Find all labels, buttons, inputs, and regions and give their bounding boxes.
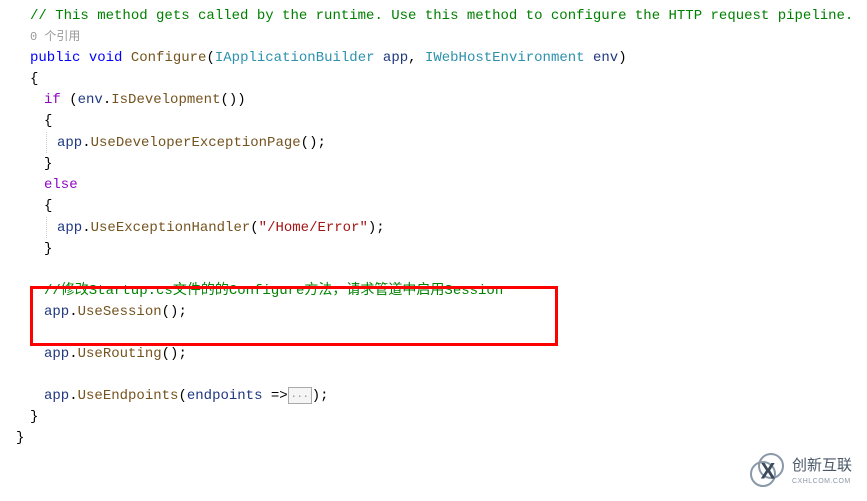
method-name: UseRouting xyxy=(78,346,162,362)
keyword: else xyxy=(44,177,78,193)
method-name: IsDevelopment xyxy=(111,92,220,108)
brace: } xyxy=(44,241,52,257)
blank-line xyxy=(16,323,867,344)
blank-line xyxy=(16,365,867,386)
code-line: app.UseSession(); xyxy=(16,302,867,323)
blank-line xyxy=(16,260,867,281)
code-line: { xyxy=(16,111,867,132)
paren: ) xyxy=(618,50,626,66)
code-line: app.UseDeveloperExceptionPage(); xyxy=(16,132,867,154)
keyword: public xyxy=(30,50,80,66)
comment-text: // This method gets called by the runtim… xyxy=(30,8,853,24)
code-fold-icon[interactable]: ... xyxy=(288,387,312,404)
code-line: } xyxy=(16,154,867,175)
indent-guide xyxy=(46,217,47,238)
code-line: // This method gets called by the runtim… xyxy=(16,6,867,27)
lambda-arrow: => xyxy=(262,388,287,404)
code-line: else xyxy=(16,175,867,196)
identifier: app xyxy=(44,388,69,404)
code-line: { xyxy=(16,69,867,90)
identifier: app xyxy=(57,220,82,236)
brace: { xyxy=(44,198,52,214)
code-line: //修改Startup.cs文件的的Configure方法，请求管道中启用Ses… xyxy=(16,281,867,302)
code-line: public void Configure(IApplicationBuilde… xyxy=(16,48,867,69)
codelens-text[interactable]: 0 个引用 xyxy=(30,30,80,44)
brace: { xyxy=(44,113,52,129)
identifier: app xyxy=(375,50,409,66)
code-line: } xyxy=(16,407,867,428)
code-line: app.UseRouting(); xyxy=(16,344,867,365)
identifier: app xyxy=(44,346,69,362)
brace: } xyxy=(44,156,52,172)
method-name: UseExceptionHandler xyxy=(91,220,251,236)
identifier: env xyxy=(585,50,619,66)
code-line: } xyxy=(16,239,867,260)
brace: { xyxy=(30,71,38,87)
indent-guide xyxy=(46,132,47,153)
watermark-text: 创新互联 xyxy=(792,455,852,478)
code-line: app.UseEndpoints(endpoints =>...); xyxy=(16,386,867,407)
code-editor[interactable]: // This method gets called by the runtim… xyxy=(0,6,867,449)
code-line: { xyxy=(16,196,867,217)
brace: } xyxy=(16,430,24,446)
watermark: X 创新互联 CXHLCOM.COM xyxy=(750,453,852,489)
code-line: if (env.IsDevelopment()) xyxy=(16,90,867,111)
keyword: if xyxy=(44,92,61,108)
method-name: UseEndpoints xyxy=(78,388,179,404)
code-line: } xyxy=(16,428,867,449)
paren: ( xyxy=(206,50,214,66)
brace: } xyxy=(30,409,38,425)
string-literal: "/Home/Error" xyxy=(259,220,368,236)
identifier: env xyxy=(78,92,103,108)
watermark-subtext: CXHLCOM.COM xyxy=(792,477,852,488)
watermark-logo-icon: X xyxy=(750,453,786,489)
method-name: Configure xyxy=(131,50,207,66)
method-name: UseDeveloperExceptionPage xyxy=(91,135,301,151)
code-line: app.UseExceptionHandler("/Home/Error"); xyxy=(16,217,867,239)
type-name: IApplicationBuilder xyxy=(215,50,375,66)
keyword: void xyxy=(89,50,123,66)
type-name: IWebHostEnvironment xyxy=(425,50,585,66)
identifier: app xyxy=(44,304,69,320)
codelens-line[interactable]: 0 个引用 xyxy=(16,27,867,48)
comment-text: //修改Startup.cs文件的的Configure方法，请求管道中启用Ses… xyxy=(44,283,503,299)
identifier: app xyxy=(57,135,82,151)
method-name: UseSession xyxy=(78,304,162,320)
identifier: endpoints xyxy=(187,388,263,404)
